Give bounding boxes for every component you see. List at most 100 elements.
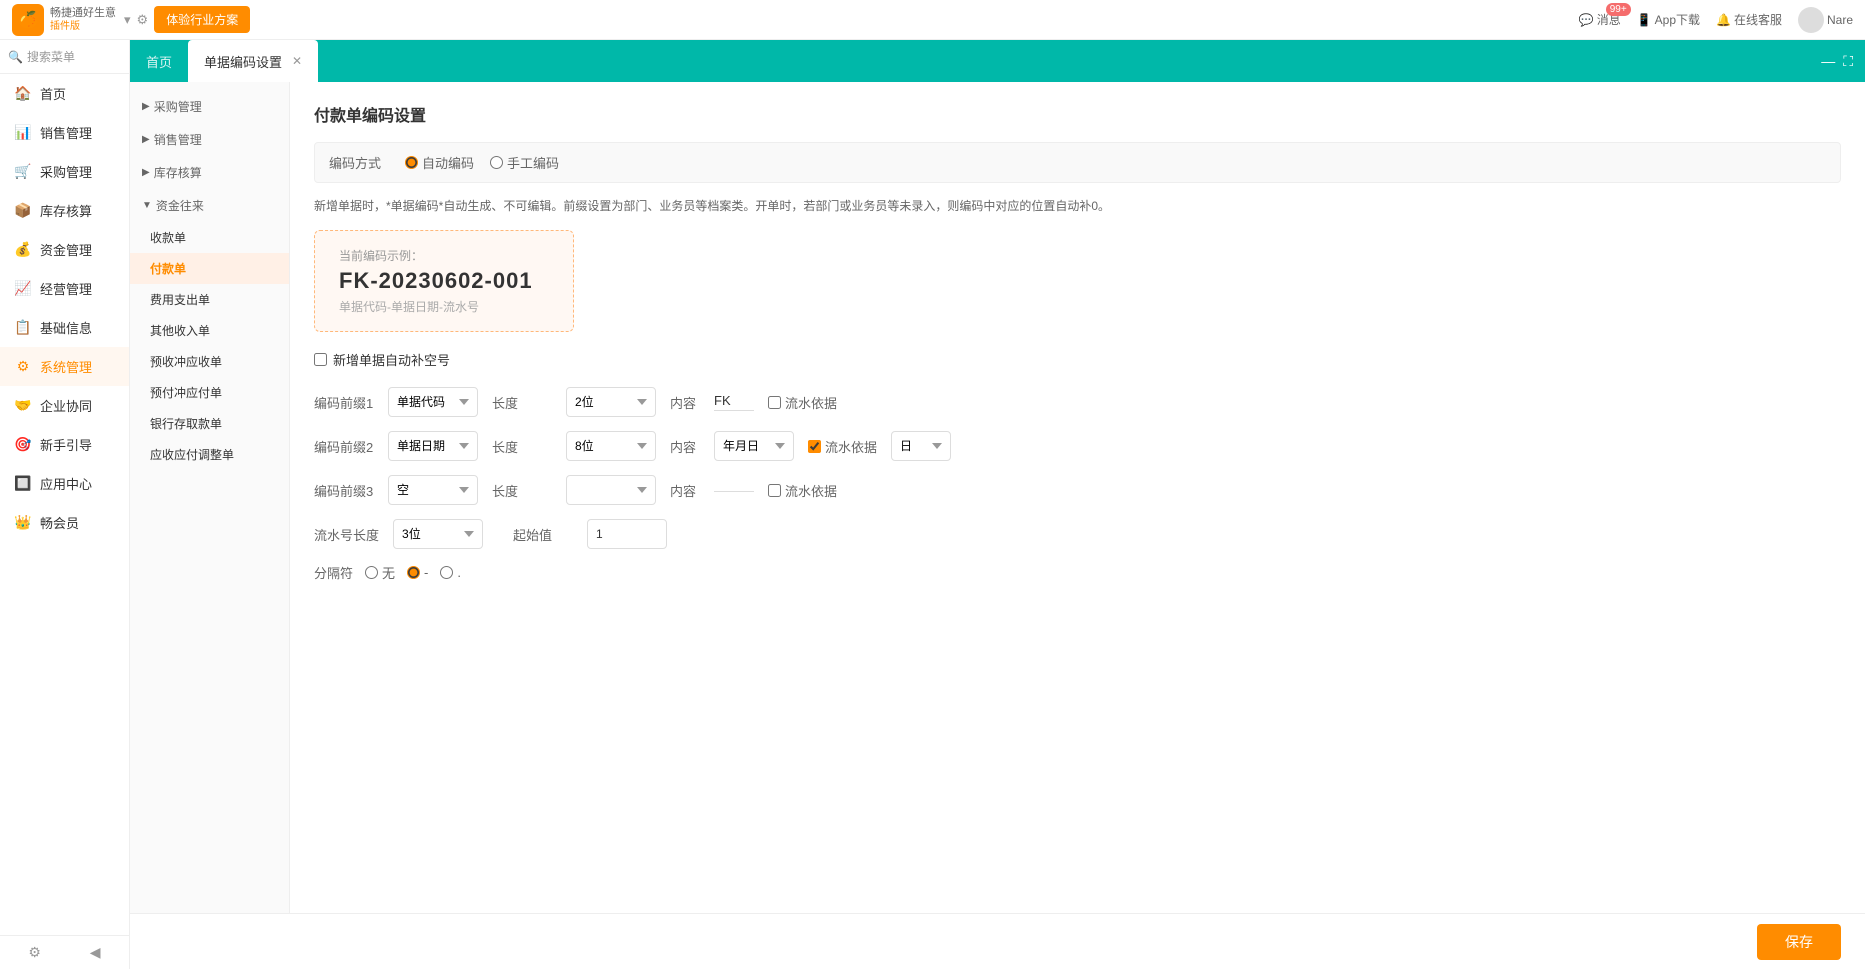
sub-group-sales: ▶ 销售管理 [130,123,289,156]
sidebar-item-inventory[interactable]: 📦 库存核算 [0,191,129,230]
sub-item-bank[interactable]: 银行存取款单 [130,408,289,439]
inline-content-area: ▶ 采购管理 ▶ 销售管理 ▶ 库存核算 [130,82,1865,913]
serial-start-input[interactable] [587,519,667,549]
sep-dot-radio[interactable] [440,566,453,579]
sub-group-sales-title[interactable]: ▶ 销售管理 [130,123,289,156]
sub-item-adjustment[interactable]: 应收应付调整单 [130,439,289,470]
sidebar-item-finance[interactable]: 💰 资金管理 [0,230,129,269]
separator-radio-group: 无 - . [365,563,461,582]
manual-encoding-radio[interactable] [490,156,503,169]
sub-group-purchase-title[interactable]: ▶ 采购管理 [130,90,289,123]
code-preview-value: FK-20230602-001 [339,268,549,294]
sub-item-receipt[interactable]: 收款单 [130,222,289,253]
auto-fill-row: 新增单据自动补空号 [314,350,1841,369]
prefix3-watermark-checkbox[interactable] [768,484,781,497]
maximize-icon[interactable]: ⛶ [1843,53,1853,70]
main-layout: 🔍 搜索菜单 🏠 首页 📊 销售管理 🛒 采购管理 📦 库存核算 💰 资金管理 … [0,40,1865,969]
user-menu[interactable]: Nare [1798,7,1853,33]
inventory-icon: 📦 [14,202,32,220]
separator-label: 分隔符 [314,563,353,582]
prefix1-select[interactable]: 单据代码 [388,387,478,417]
sep-none-radio[interactable] [365,566,378,579]
tab-home[interactable]: 首页 [130,40,188,82]
tab-bar-actions: — ⛶ [1821,53,1865,70]
sub-item-expense[interactable]: 费用支出单 [130,284,289,315]
code-preview-box: 当前编码示例： FK-20230602-001 单据代码-单据日期-流水号 [314,230,574,332]
collapse-icon[interactable]: ◀ [90,944,101,961]
sub-item-advance-offset[interactable]: 预付冲应付单 [130,377,289,408]
sidebar-search[interactable]: 🔍 搜索菜单 [0,40,129,74]
serial-start-label: 起始值 [513,525,573,544]
arrow-right-icon-2: ▶ [142,134,150,145]
prefix2-select[interactable]: 单据日期 [388,431,478,461]
brand-text: 畅捷通好生意 插件版 [50,6,116,33]
prefix-row-2: 编码前缀2 单据日期 长度 8位 内容 年月日 流水依据 [314,431,1841,461]
manual-encoding-option[interactable]: 手工编码 [490,153,559,172]
prefix-row-1: 编码前缀1 单据代码 长度 2位 内容 FK 流水依据 [314,387,1841,417]
sidebar-item-collaboration[interactable]: 🤝 企业协同 [0,386,129,425]
sub-item-payment[interactable]: 付款单 [130,253,289,284]
sidebar-item-apps[interactable]: 🔲 应用中心 [0,464,129,503]
arrow-right-icon: ▶ [142,101,150,112]
save-button[interactable]: 保存 [1757,924,1841,960]
tab-close-icon[interactable]: ✕ [292,54,302,68]
prefix2-content-select[interactable]: 年月日 [714,431,794,461]
prefix2-label: 编码前缀2 [314,437,374,456]
chevron-down-icon[interactable]: ▾ [124,12,131,28]
finance-icon: 💰 [14,241,32,259]
prefix2-watermark-checkbox[interactable] [808,440,821,453]
sidebar-item-basics[interactable]: 📋 基础信息 [0,308,129,347]
sep-dash-option[interactable]: - [407,565,428,580]
download-icon: 📱 [1637,13,1652,27]
sub-group-inventory-title[interactable]: ▶ 库存核算 [130,156,289,189]
auto-fill-checkbox[interactable] [314,353,327,366]
online-service-button[interactable]: 🔔 在线客服 [1716,11,1782,28]
serial-row: 流水号长度 3位 起始值 [314,519,1841,549]
sub-item-prepay-offset[interactable]: 预收冲应收单 [130,346,289,377]
sep-dot-option[interactable]: . [440,565,461,580]
sidebar-item-system[interactable]: ⚙ 系统管理 [0,347,129,386]
tab-encoding-settings[interactable]: 单据编码设置 ✕ [188,40,318,82]
prefix3-length-select[interactable] [566,475,656,505]
auto-encoding-radio[interactable] [405,156,418,169]
prefix2-length-select[interactable]: 8位 [566,431,656,461]
serial-length-select[interactable]: 3位 [393,519,483,549]
purchase-icon: 🛒 [14,163,32,181]
message-button[interactable]: 💬 消息 99+ [1579,11,1621,28]
sub-group-capital-title[interactable]: ▼ 资金往来 [130,189,289,222]
brand: 🍊 畅捷通好生意 插件版 [12,4,116,36]
prefix3-length-label: 长度 [492,481,552,500]
prefix3-content-value [714,489,754,492]
sep-dash-radio[interactable] [407,566,420,579]
settings-icon[interactable]: ⚙ [137,12,149,28]
minimize-icon[interactable]: — [1821,53,1835,69]
prefix3-select[interactable]: 空 [388,475,478,505]
separator-row: 分隔符 无 - . [314,563,1841,582]
sub-group-capital: ▼ 资金往来 收款单 付款单 费用支出单 其他收入单 预收冲应收单 预付冲应付单… [130,189,289,470]
encoding-method-row: 编码方式 自动编码 手工编码 [314,142,1841,183]
sidebar-item-purchase[interactable]: 🛒 采购管理 [0,152,129,191]
code-preview-label: 当前编码示例： [339,247,549,264]
prefix1-length-select[interactable]: 2位 [566,387,656,417]
settings-bottom-icon[interactable]: ⚙ [28,944,41,961]
encoding-method-label: 编码方式 [329,153,389,172]
sub-item-other-income[interactable]: 其他收入单 [130,315,289,346]
sidebar-item-member[interactable]: 👑 畅会员 [0,503,129,542]
sidebar-bottom: ⚙ ◀ [0,935,129,969]
sidebar-item-guide[interactable]: 🎯 新手引导 [0,425,129,464]
basics-icon: 📋 [14,319,32,337]
bottom-bar: 保存 [130,913,1865,969]
sidebar-item-home[interactable]: 🏠 首页 [0,74,129,113]
prefix1-content-label: 内容 [670,393,700,412]
experience-button[interactable]: 体验行业方案 [154,6,250,33]
app-download-button[interactable]: 📱 App下载 [1637,11,1700,28]
prefix2-watermark-select[interactable]: 日 [891,431,951,461]
page-title: 付款单编码设置 [314,102,1841,126]
sep-none-option[interactable]: 无 [365,563,395,582]
prefix1-watermark-checkbox[interactable] [768,396,781,409]
sidebar-item-operations[interactable]: 📈 经营管理 [0,269,129,308]
message-badge: 99+ [1606,3,1631,16]
auto-encoding-option[interactable]: 自动编码 [405,153,474,172]
sidebar-item-sales[interactable]: 📊 销售管理 [0,113,129,152]
prefix2-length-label: 长度 [492,437,552,456]
